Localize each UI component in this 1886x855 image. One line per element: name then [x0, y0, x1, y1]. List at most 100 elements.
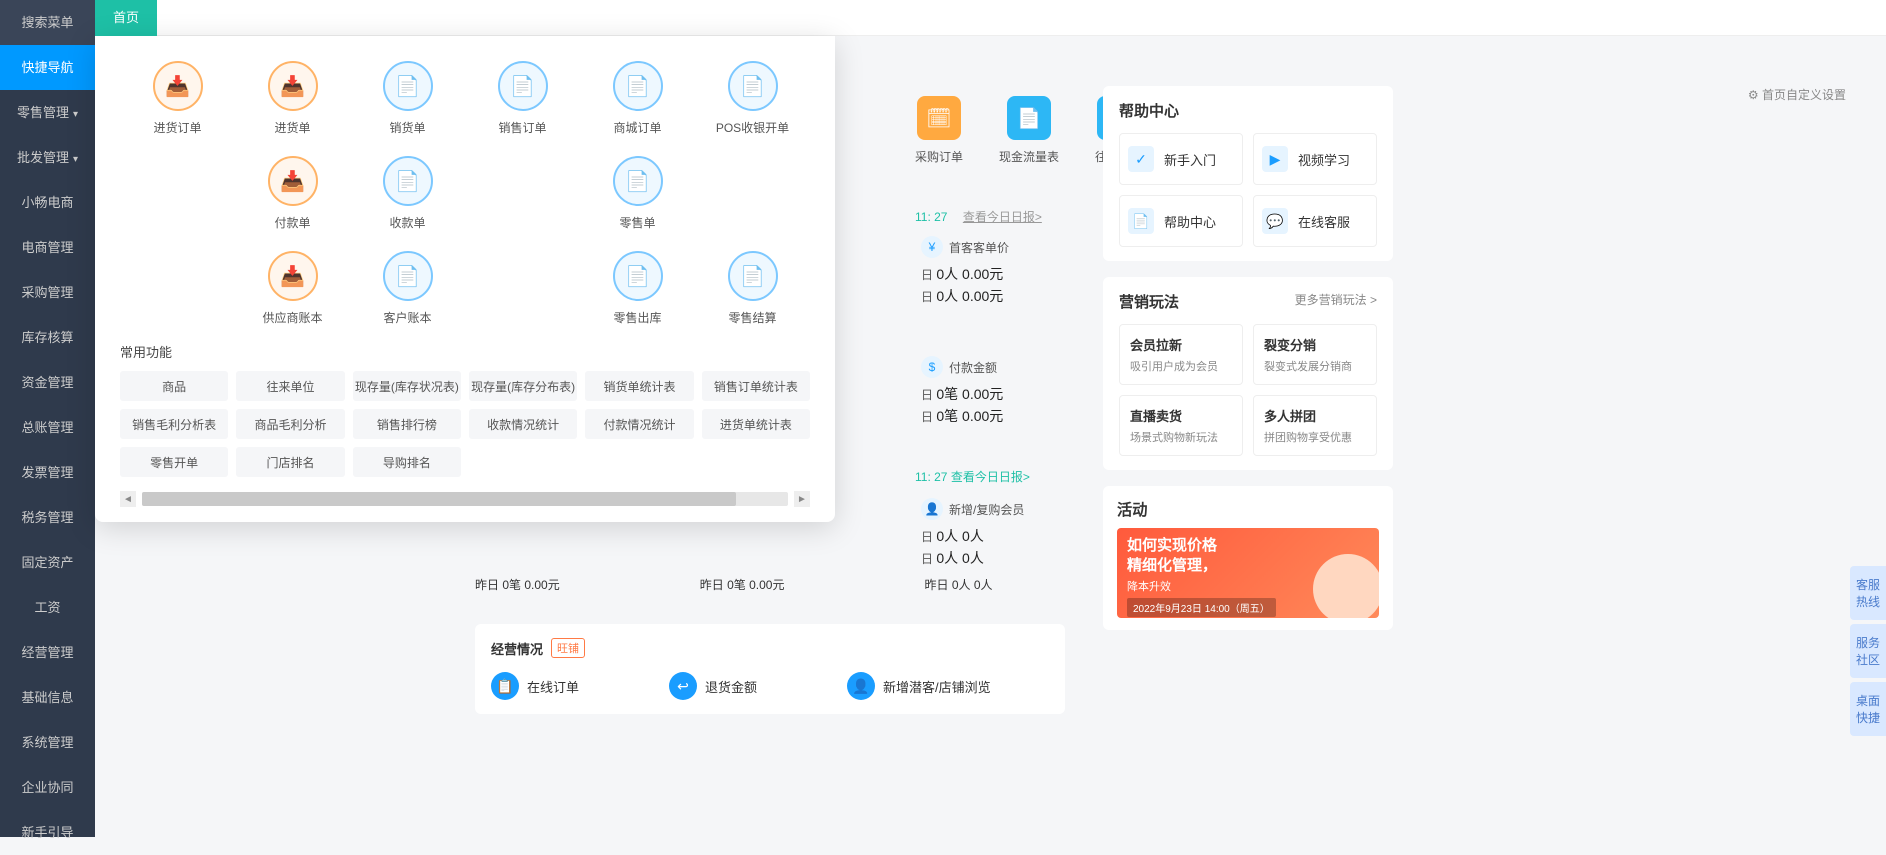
sidebar-item-system[interactable]: 系统管理 [0, 720, 95, 765]
common-btn-0[interactable]: 商品 [120, 371, 228, 401]
flow-in-order[interactable]: 📥进货订单 [120, 61, 235, 136]
common-functions-label: 常用功能 [120, 342, 810, 361]
sidebar-item-collab[interactable]: 企业协同 [0, 765, 95, 810]
help-tile-video[interactable]: ▶视频学习 [1253, 133, 1377, 185]
flow-supplier-ledger[interactable]: 📥供应商账本 [235, 251, 350, 326]
supplier-ledger-icon: 📥 [268, 251, 318, 301]
flow-in-bill[interactable]: 📥进货单 [235, 61, 350, 136]
sidebar-item-basicinfo[interactable]: 基础信息 [0, 675, 95, 720]
check-icon: ✓ [1128, 146, 1154, 172]
common-btn-14[interactable]: 导购排名 [353, 447, 461, 477]
sidebar-item-inventory[interactable]: 库存核算 [0, 315, 95, 360]
flow-pos[interactable]: 📄POS收银开单 [695, 61, 810, 136]
customize-home-link[interactable]: ⚙ 首页自定义设置 [1748, 86, 1846, 103]
common-btn-5[interactable]: 销售订单统计表 [702, 371, 810, 401]
quick-action-purchase-order[interactable]: 🗓采购订单 [915, 96, 963, 165]
flow-retail[interactable]: 📄零售单 [580, 156, 695, 231]
online-order-icon: 📋 [491, 672, 519, 700]
sidebar-item-invoice[interactable]: 发票管理 [0, 450, 95, 495]
sidebar-item-tax[interactable]: 税务管理 [0, 495, 95, 540]
marketing-tile-group[interactable]: 多人拼团拼团购物享受优惠 [1253, 395, 1377, 456]
flyout-scrollbar[interactable]: ◄ ► [120, 491, 810, 507]
help-title: 帮助中心 [1119, 100, 1377, 121]
activity-banner[interactable]: 如何实现价格精细化管理， 降本升效 2022年9月23日 14:00（周五） [1117, 528, 1379, 618]
scroll-track[interactable] [142, 492, 788, 506]
common-btn-8[interactable]: 销售排行榜 [353, 409, 461, 439]
help-tile-center[interactable]: 📄帮助中心 [1119, 195, 1243, 247]
flow-mall-order[interactable]: 📄商城订单 [580, 61, 695, 136]
common-btn-4[interactable]: 销货单统计表 [585, 371, 693, 401]
sidebar-item-guide[interactable]: 新手引导 [0, 810, 95, 855]
common-btn-7[interactable]: 商品毛利分析 [236, 409, 344, 439]
mall-order-icon: 📄 [613, 61, 663, 111]
business-card: 经营情况旺铺 📋在线订单 ↩退货金额 👤新增潜客/店铺浏览 [475, 624, 1065, 714]
tab-home[interactable]: 首页 [95, 0, 157, 36]
biz-online-order[interactable]: 📋在线订单 [491, 672, 579, 700]
flow-out-bill[interactable]: 📄销货单 [350, 61, 465, 136]
common-btn-10[interactable]: 付款情况统计 [585, 409, 693, 439]
marketing-more-link[interactable]: 更多营销玩法 > [1295, 291, 1377, 308]
sidebar-item-salary[interactable]: 工资 [0, 585, 95, 630]
marketing-tile-member[interactable]: 会员拉新吸引用户成为会员 [1119, 324, 1243, 385]
sidebar-search[interactable]: 搜索菜单 [0, 0, 95, 45]
pos-icon: 📄 [728, 61, 778, 111]
scroll-right-icon[interactable]: ► [794, 491, 810, 507]
calendar-icon: 🗓 [917, 96, 961, 140]
sidebar-item-xiaochang[interactable]: 小畅电商 [0, 180, 95, 225]
help-tile-getting-started[interactable]: ✓新手入门 [1119, 133, 1243, 185]
sidebar-item-operations[interactable]: 经营管理 [0, 630, 95, 675]
retail-icon: 📄 [613, 156, 663, 206]
sidebar-item-ecommerce[interactable]: 电商管理 [0, 225, 95, 270]
business-title: 经营情况 [491, 639, 543, 658]
flow-retail-settle[interactable]: 📄零售结算 [695, 251, 810, 326]
flow-pay[interactable]: 📥付款单 [235, 156, 350, 231]
quick-action-cashflow[interactable]: 📄现金流量表 [999, 96, 1059, 165]
tab-bar: 首页 [95, 0, 1886, 36]
customize-home-label: 首页自定义设置 [1762, 88, 1846, 102]
sidebar-item-wholesale[interactable]: 批发管理 [0, 135, 95, 180]
biz-visitor[interactable]: 👤新增潜客/店铺浏览 [847, 672, 991, 700]
play-icon: ▶ [1262, 146, 1288, 172]
scroll-left-icon[interactable]: ◄ [120, 491, 136, 507]
help-tile-support[interactable]: 💬在线客服 [1253, 195, 1377, 247]
marketing-card: 更多营销玩法 > 营销玩法 会员拉新吸引用户成为会员 裂变分销裂变式发展分销商 … [1103, 277, 1393, 470]
marketing-tile-live[interactable]: 直播卖货场景式购物新玩法 [1119, 395, 1243, 456]
sale-order-icon: 📄 [498, 61, 548, 111]
stat-row-bottom: 昨日 0笔 0.00元 昨日 0笔 0.00元 昨日 0人 0人 [475, 576, 993, 593]
marketing-tile-fission[interactable]: 裂变分销裂变式发展分销商 [1253, 324, 1377, 385]
common-btn-1[interactable]: 往来单位 [236, 371, 344, 401]
receive-icon: 📄 [383, 156, 433, 206]
common-btn-9[interactable]: 收款情况统计 [469, 409, 577, 439]
sticky-desktop[interactable]: 桌面快捷 [1850, 682, 1886, 736]
sidebar-item-finance[interactable]: 资金管理 [0, 360, 95, 405]
in-bill-icon: 📥 [268, 61, 318, 111]
sidebar-item-quicknav[interactable]: 快捷导航 [0, 45, 95, 90]
flow-sale-order[interactable]: 📄销售订单 [465, 61, 580, 136]
flow-customer-ledger[interactable]: 📄客户账本 [350, 251, 465, 326]
kpi-repeat: 👤新增/复购会员 日 0人 0人 日 0人 0人 [921, 498, 1024, 570]
sidebar-item-assets[interactable]: 固定资产 [0, 540, 95, 585]
common-btn-3[interactable]: 现存量(库存分布表) [469, 371, 577, 401]
common-btn-2[interactable]: 现存量(库存状况表) [353, 371, 461, 401]
gear-icon: ⚙ [1748, 88, 1759, 102]
sidebar-item-retail[interactable]: 零售管理 [0, 90, 95, 135]
common-btn-11[interactable]: 进货单统计表 [702, 409, 810, 439]
view-daily-report-link[interactable]: 查看今日日报> [963, 210, 1042, 224]
common-btn-6[interactable]: 销售毛利分析表 [120, 409, 228, 439]
user-icon: 👤 [921, 498, 943, 520]
sidebar-item-purchase[interactable]: 采购管理 [0, 270, 95, 315]
flow-receive[interactable]: 📄收款单 [350, 156, 465, 231]
biz-return[interactable]: ↩退货金额 [669, 672, 757, 700]
common-btn-13[interactable]: 门店排名 [236, 447, 344, 477]
sidebar-item-ledger[interactable]: 总账管理 [0, 405, 95, 450]
common-btn-12[interactable]: 零售开单 [120, 447, 228, 477]
view-daily-report-link-2[interactable]: 查看今日日报> [951, 470, 1030, 484]
report-icon: 📄 [1007, 96, 1051, 140]
help-card: 帮助中心 ✓新手入门 ▶视频学习 📄帮助中心 💬在线客服 [1103, 86, 1393, 261]
retail-settle-icon: 📄 [728, 251, 778, 301]
sticky-community[interactable]: 服务社区 [1850, 624, 1886, 678]
flow-retail-out[interactable]: 📄零售出库 [580, 251, 695, 326]
sticky-hotline[interactable]: 客服热线 [1850, 566, 1886, 620]
daily-report-top: 11: 27 查看今日日报> [915, 208, 1042, 225]
daily-report-mid: 11: 27 查看今日日报> [915, 468, 1030, 485]
